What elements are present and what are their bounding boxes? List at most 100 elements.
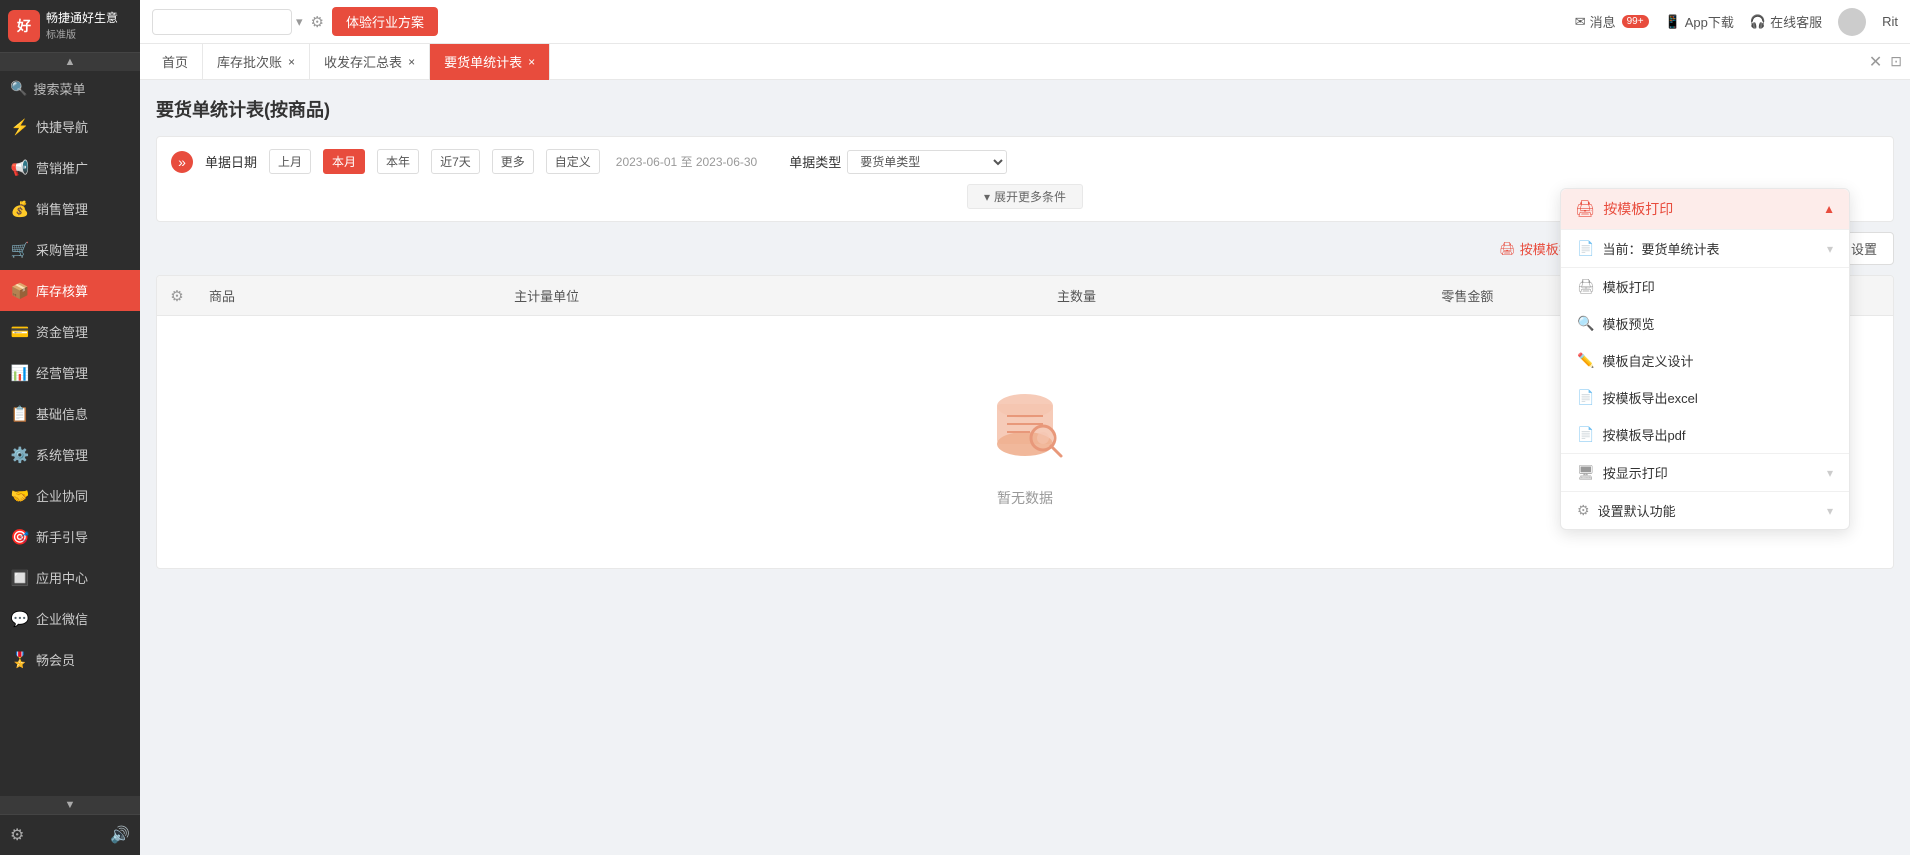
sidebar-item-system[interactable]: ⚙️ 系统管理 xyxy=(0,434,140,475)
app-download-btn[interactable]: 📱 App下载 xyxy=(1665,12,1734,31)
app-logo-icon: 好 xyxy=(8,10,40,42)
bill-type-select[interactable]: 要货单类型 xyxy=(847,150,1007,174)
sidebar-item-collab[interactable]: 🤝 企业协同 xyxy=(0,475,140,516)
column-settings-icon[interactable]: ⚙ xyxy=(170,288,183,305)
th-unit: 主计量单位 xyxy=(502,276,1045,316)
sidebar-item-purchase[interactable]: 🛒 采购管理 xyxy=(0,229,140,270)
topbar-gear-icon[interactable]: ⚙ xyxy=(311,13,324,31)
app-name: 畅捷通好生意 xyxy=(46,11,118,27)
online-service-btn[interactable]: 🎧 在线客服 xyxy=(1750,12,1822,31)
sidebar-item-wechat[interactable]: 💬 企业微信 xyxy=(0,598,140,639)
search-input[interactable] xyxy=(152,9,292,35)
date-btn-last-month[interactable]: 上月 xyxy=(269,149,311,174)
sidebar-nav: ⚡ 快捷导航 📢 营销推广 💰 销售管理 🛒 采购管理 📦 库存核算 💳 资金管… xyxy=(0,106,140,796)
print-dropdown-chevron-icon: ▲ xyxy=(1823,202,1835,216)
sidebar-item-finance[interactable]: 💳 资金管理 xyxy=(0,311,140,352)
filter-row: » 单据日期 上月 本月 本年 近7天 更多 自定义 2023-06-01 至 … xyxy=(171,149,1879,174)
marketing-icon: 📢 xyxy=(10,159,30,177)
tab-inventory-batch-label: 库存批次账 xyxy=(217,52,282,71)
sidebar-scroll-down[interactable]: ▼ xyxy=(0,796,140,814)
template-custom-left: ✏️ 模板自定义设计 xyxy=(1577,351,1693,370)
app-download-label: App下载 xyxy=(1685,12,1734,31)
sidebar-item-marketing[interactable]: 📢 营销推广 xyxy=(0,147,140,188)
online-service-label: 在线客服 xyxy=(1770,12,1822,31)
current-template-arrow-icon: ▾ xyxy=(1827,242,1833,256)
template-print-left: 🖨 模板打印 xyxy=(1577,277,1655,296)
template-preview-label: 模板预览 xyxy=(1602,314,1654,333)
tabbar-maximize-icon[interactable]: ⊡ xyxy=(1890,53,1902,70)
trial-btn[interactable]: 体验行业方案 xyxy=(332,7,438,36)
filter-toggle-btn[interactable]: » xyxy=(171,151,193,173)
finance-icon: 💳 xyxy=(10,323,30,341)
vip-icon: 🎖️ xyxy=(10,651,30,669)
sidebar-search[interactable]: 🔍 搜索菜单 xyxy=(0,71,140,106)
set-default-arrow-icon: ▾ xyxy=(1827,504,1833,518)
tab-order-summary[interactable]: 要货单统计表 × xyxy=(430,44,550,80)
sidebar-item-sales[interactable]: 💰 销售管理 xyxy=(0,188,140,229)
sidebar-item-newbie[interactable]: 🎯 新手引导 xyxy=(0,516,140,557)
template-preview-item[interactable]: 🔍 模板预览 xyxy=(1561,305,1849,342)
template-print-item[interactable]: 🖨 模板打印 xyxy=(1561,268,1849,305)
template-custom-item[interactable]: ✏️ 模板自定义设计 xyxy=(1561,342,1849,379)
sidebar-logo: 好 畅捷通好生意 标准版 xyxy=(0,0,140,53)
template-export-pdf-left: 📄 按模板导出pdf xyxy=(1577,425,1686,444)
operation-icon: 📊 xyxy=(10,364,30,382)
sidebar-bottom: ⚙ 🔊 xyxy=(0,814,140,855)
newbie-icon: 🎯 xyxy=(10,528,30,546)
inventory-label: 库存核算 xyxy=(36,281,88,300)
topbar-right: ✉ 消息 99+ 📱 App下载 🎧 在线客服 Rit xyxy=(1575,8,1898,36)
dropdown-chevron-icon[interactable]: ▾ xyxy=(296,14,303,30)
tab-receivable-summary-close[interactable]: × xyxy=(408,55,415,69)
display-print-label: 按显示打印 xyxy=(1603,463,1668,482)
tab-inventory-batch-close[interactable]: × xyxy=(288,55,295,69)
display-print-item[interactable]: 🖥 按显示打印 ▾ xyxy=(1561,454,1849,491)
empty-illustration xyxy=(975,376,1075,476)
sales-icon: 💰 xyxy=(10,200,30,218)
template-export-excel-left: 📄 按模板导出excel xyxy=(1577,388,1698,407)
sales-label: 销售管理 xyxy=(36,199,88,218)
template-preview-left: 🔍 模板预览 xyxy=(1577,314,1654,333)
headset-icon: 🎧 xyxy=(1750,14,1766,30)
tabbar: 首页 库存批次账 × 收发存汇总表 × 要货单统计表 × ✕ ⊡ xyxy=(140,44,1910,80)
purchase-icon: 🛒 xyxy=(10,241,30,259)
avatar[interactable] xyxy=(1838,8,1866,36)
wechat-label: 企业微信 xyxy=(36,609,88,628)
sidebar-scroll-up[interactable]: ▲ xyxy=(0,53,140,71)
set-default-icon: ⚙ xyxy=(1577,502,1590,519)
tabbar-close-icon[interactable]: ✕ xyxy=(1869,52,1882,72)
sidebar-item-vip[interactable]: 🎖️ 畅会员 xyxy=(0,639,140,680)
messages-btn[interactable]: ✉ 消息 99+ xyxy=(1575,12,1649,31)
settings-icon[interactable]: ⚙ xyxy=(10,825,24,845)
set-default-item[interactable]: ⚙ 设置默认功能 ▾ xyxy=(1561,492,1849,529)
sidebar-item-operation[interactable]: 📊 经营管理 xyxy=(0,352,140,393)
print-dropdown-header-left: 🖨 按模板打印 xyxy=(1575,199,1673,219)
tab-receivable-summary[interactable]: 收发存汇总表 × xyxy=(310,44,430,80)
template-export-excel-item[interactable]: 📄 按模板导出excel xyxy=(1561,379,1849,416)
date-btn-7days[interactable]: 近7天 xyxy=(431,149,480,174)
sidebar-item-basic[interactable]: 📋 基础信息 xyxy=(0,393,140,434)
export-pdf-icon: 📄 xyxy=(1577,426,1594,443)
tab-home[interactable]: 首页 xyxy=(148,44,203,80)
operation-label: 经营管理 xyxy=(36,363,88,382)
date-btn-this-year[interactable]: 本年 xyxy=(377,149,419,174)
template-export-pdf-item[interactable]: 📄 按模板导出pdf xyxy=(1561,416,1849,453)
notification-badge: 99+ xyxy=(1622,15,1649,28)
speaker-icon[interactable]: 🔊 xyxy=(110,825,130,845)
tab-order-summary-close[interactable]: × xyxy=(528,55,535,69)
sidebar-item-quick-nav[interactable]: ⚡ 快捷导航 xyxy=(0,106,140,147)
date-btn-this-month[interactable]: 本月 xyxy=(323,149,365,174)
tab-inventory-batch[interactable]: 库存批次账 × xyxy=(203,44,310,80)
th-quantity: 主数量 xyxy=(1045,276,1429,316)
current-template-item[interactable]: 📄 当前：要货单统计表 ▾ xyxy=(1561,230,1849,267)
date-btn-more[interactable]: 更多 xyxy=(492,149,534,174)
template-export-excel-label: 按模板导出excel xyxy=(1602,388,1697,407)
filter-expand-btn[interactable]: ▾ 展开更多条件 xyxy=(967,184,1083,209)
app-edition: 标准版 xyxy=(46,26,118,41)
date-btn-custom[interactable]: 自定义 xyxy=(546,149,600,174)
collab-icon: 🤝 xyxy=(10,487,30,505)
sidebar-item-appstore[interactable]: 🔲 应用中心 xyxy=(0,557,140,598)
template-preview-icon: 🔍 xyxy=(1577,315,1594,332)
display-print-icon: 🖥 xyxy=(1577,464,1595,481)
print-dropdown-header[interactable]: 🖨 按模板打印 ▲ xyxy=(1561,189,1849,229)
sidebar-item-inventory[interactable]: 📦 库存核算 xyxy=(0,270,140,311)
